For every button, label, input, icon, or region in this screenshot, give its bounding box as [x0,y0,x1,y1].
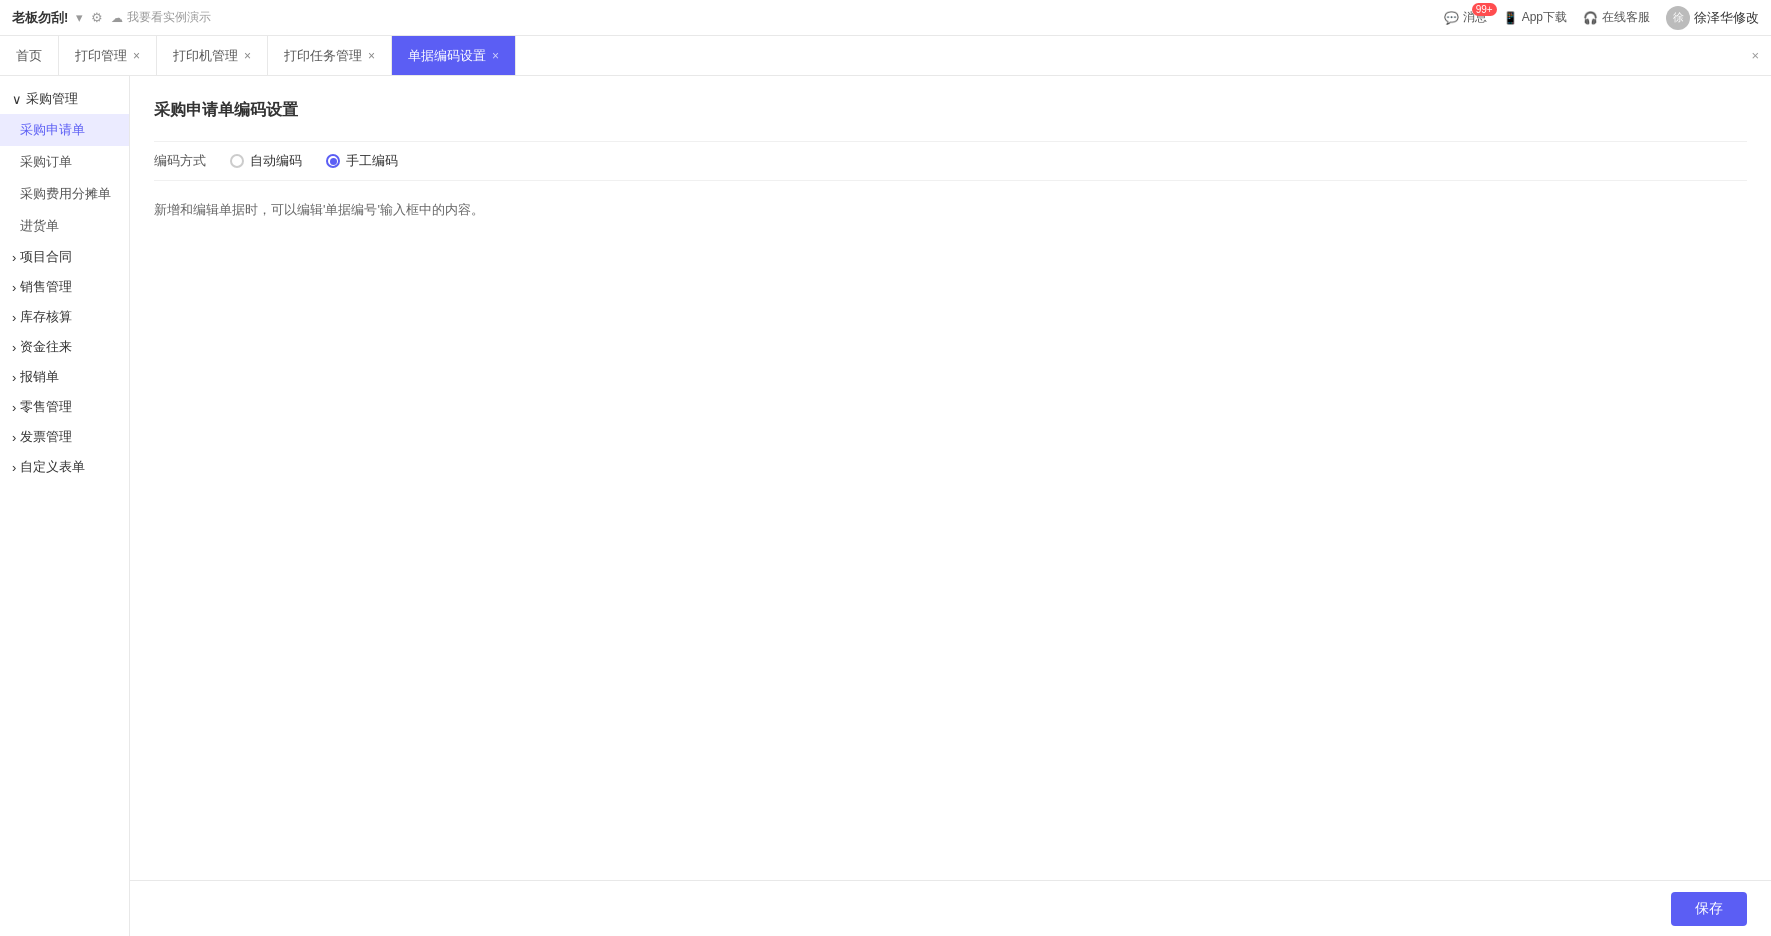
sidebar-group-project-contract-label: 项目合同 [20,248,72,266]
tab-print-task-management[interactable]: 打印任务管理 × [268,36,392,75]
top-bar-left: 老板勿刮! ▾ ⚙ ☁ 我要看实例演示 [12,9,211,27]
sidebar-item-incoming-order[interactable]: 进货单 [0,210,129,242]
sidebar-group-invoice-management-label: 发票管理 [20,428,72,446]
message-badge: 99+ [1472,3,1497,16]
chevron-right-icon-project: › [12,250,16,265]
sidebar-group-sales-management[interactable]: › 销售管理 [0,272,129,302]
sidebar-group-returns[interactable]: › 报销单 [0,362,129,392]
sidebar-group-inventory-accounting[interactable]: › 库存核算 [0,302,129,332]
sidebar-item-incoming-order-label: 进货单 [20,218,59,233]
sidebar-group-retail-management-label: 零售管理 [20,398,72,416]
sidebar-group-returns-label: 报销单 [20,368,59,386]
search-icon: ☁ [111,11,123,25]
online-service-button[interactable]: 🎧 在线客服 [1583,9,1650,26]
app-download-icon: 📱 [1503,11,1518,25]
manual-code-radio[interactable] [326,154,340,168]
sidebar-item-purchase-order-label: 采购订单 [20,154,72,169]
message-icon: 💬 [1444,11,1459,25]
sidebar-item-purchase-requisition-label: 采购申请单 [20,122,85,137]
sidebar-group-custom-forms[interactable]: › 自定义表单 [0,452,129,482]
user-name: 徐泽华修改 [1694,9,1759,27]
content-main: 采购申请单编码设置 编码方式 自动编码 手工编码 新增和编辑单据时，可以编辑'单… [130,76,1771,880]
sidebar-group-inventory-accounting-label: 库存核算 [20,308,72,326]
sidebar-group-retail-management[interactable]: › 零售管理 [0,392,129,422]
coding-method-label: 编码方式 [154,152,206,170]
chevron-right-icon-returns: › [12,370,16,385]
chevron-right-icon-invoice: › [12,430,16,445]
sidebar-group-purchase-management-label: 采购管理 [26,90,78,108]
content-area: 采购申请单编码设置 编码方式 自动编码 手工编码 新增和编辑单据时，可以编辑'单… [130,76,1771,936]
sidebar: ∨ 采购管理 采购申请单 采购订单 采购费用分摊单 进货单 › 项目合同 › 销… [0,76,130,936]
tab-print-management-label: 打印管理 [75,47,127,65]
tab-printer-management-close[interactable]: × [244,49,251,63]
content-footer: 保存 [130,880,1771,936]
search-placeholder-text: 我要看实例演示 [127,9,211,26]
manual-code-option[interactable]: 手工编码 [326,152,398,170]
chevron-down-icon: ∨ [12,92,22,107]
online-service-icon: 🎧 [1583,11,1598,25]
chevron-right-icon-capital: › [12,340,16,355]
avatar-initials: 徐 [1673,10,1684,25]
dropdown-icon[interactable]: ▾ [76,10,83,25]
chevron-right-icon-custom: › [12,460,16,475]
tab-home-label: 首页 [16,47,42,65]
auto-code-radio[interactable] [230,154,244,168]
tab-printer-management-label: 打印机管理 [173,47,238,65]
sidebar-group-custom-forms-label: 自定义表单 [20,458,85,476]
sidebar-group-capital-transactions[interactable]: › 资金往来 [0,332,129,362]
sidebar-group-sales-management-label: 销售管理 [20,278,72,296]
top-bar: 老板勿刮! ▾ ⚙ ☁ 我要看实例演示 💬 消息 99+ 📱 App下载 🎧 在… [0,0,1771,36]
tab-print-management-close[interactable]: × [133,49,140,63]
app-download-label: App下载 [1522,9,1567,26]
auto-code-label: 自动编码 [250,152,302,170]
tab-home[interactable]: 首页 [0,36,59,75]
tab-bar: 首页 打印管理 × 打印机管理 × 打印任务管理 × 单据编码设置 × × [0,36,1771,76]
search-area[interactable]: ☁ 我要看实例演示 [111,9,211,26]
coding-method-row: 编码方式 自动编码 手工编码 [154,141,1747,181]
tab-printer-management[interactable]: 打印机管理 × [157,36,268,75]
online-service-label: 在线客服 [1602,9,1650,26]
logo-text: 老板勿刮! [12,9,68,27]
gear-icon[interactable]: ⚙ [91,10,103,25]
page-title: 采购申请单编码设置 [154,100,1747,121]
tab-print-task-management-label: 打印任务管理 [284,47,362,65]
chevron-right-icon-inventory: › [12,310,16,325]
app-download-button[interactable]: 📱 App下载 [1503,9,1567,26]
auto-code-option[interactable]: 自动编码 [230,152,302,170]
tab-single-code-setting-close[interactable]: × [492,49,499,63]
hint-text: 新增和编辑单据时，可以编辑'单据编号'输入框中的内容。 [154,201,1747,219]
sidebar-group-capital-transactions-label: 资金往来 [20,338,72,356]
chevron-right-icon-retail: › [12,400,16,415]
manual-code-label: 手工编码 [346,152,398,170]
sidebar-group-invoice-management[interactable]: › 发票管理 [0,422,129,452]
tab-single-code-setting[interactable]: 单据编码设置 × [392,36,516,75]
tab-print-management[interactable]: 打印管理 × [59,36,157,75]
sidebar-item-purchase-expense-split-label: 采购费用分摊单 [20,186,111,201]
top-bar-right: 💬 消息 99+ 📱 App下载 🎧 在线客服 徐 徐泽华修改 [1444,6,1759,30]
sidebar-group-project-contract[interactable]: › 项目合同 [0,242,129,272]
user-area[interactable]: 徐 徐泽华修改 [1666,6,1759,30]
avatar: 徐 [1666,6,1690,30]
sidebar-item-purchase-expense-split[interactable]: 采购费用分摊单 [0,178,129,210]
save-button[interactable]: 保存 [1671,892,1747,926]
main-layout: ∨ 采购管理 采购申请单 采购订单 采购费用分摊单 进货单 › 项目合同 › 销… [0,76,1771,936]
sidebar-item-purchase-order[interactable]: 采购订单 [0,146,129,178]
tab-single-code-setting-label: 单据编码设置 [408,47,486,65]
chevron-right-icon-sales: › [12,280,16,295]
sidebar-item-purchase-requisition[interactable]: 采购申请单 [0,114,129,146]
message-button[interactable]: 💬 消息 99+ [1444,9,1487,26]
tab-bar-close-all[interactable]: × [1739,36,1771,75]
sidebar-group-purchase-management[interactable]: ∨ 采购管理 [0,84,129,114]
tab-print-task-management-close[interactable]: × [368,49,375,63]
